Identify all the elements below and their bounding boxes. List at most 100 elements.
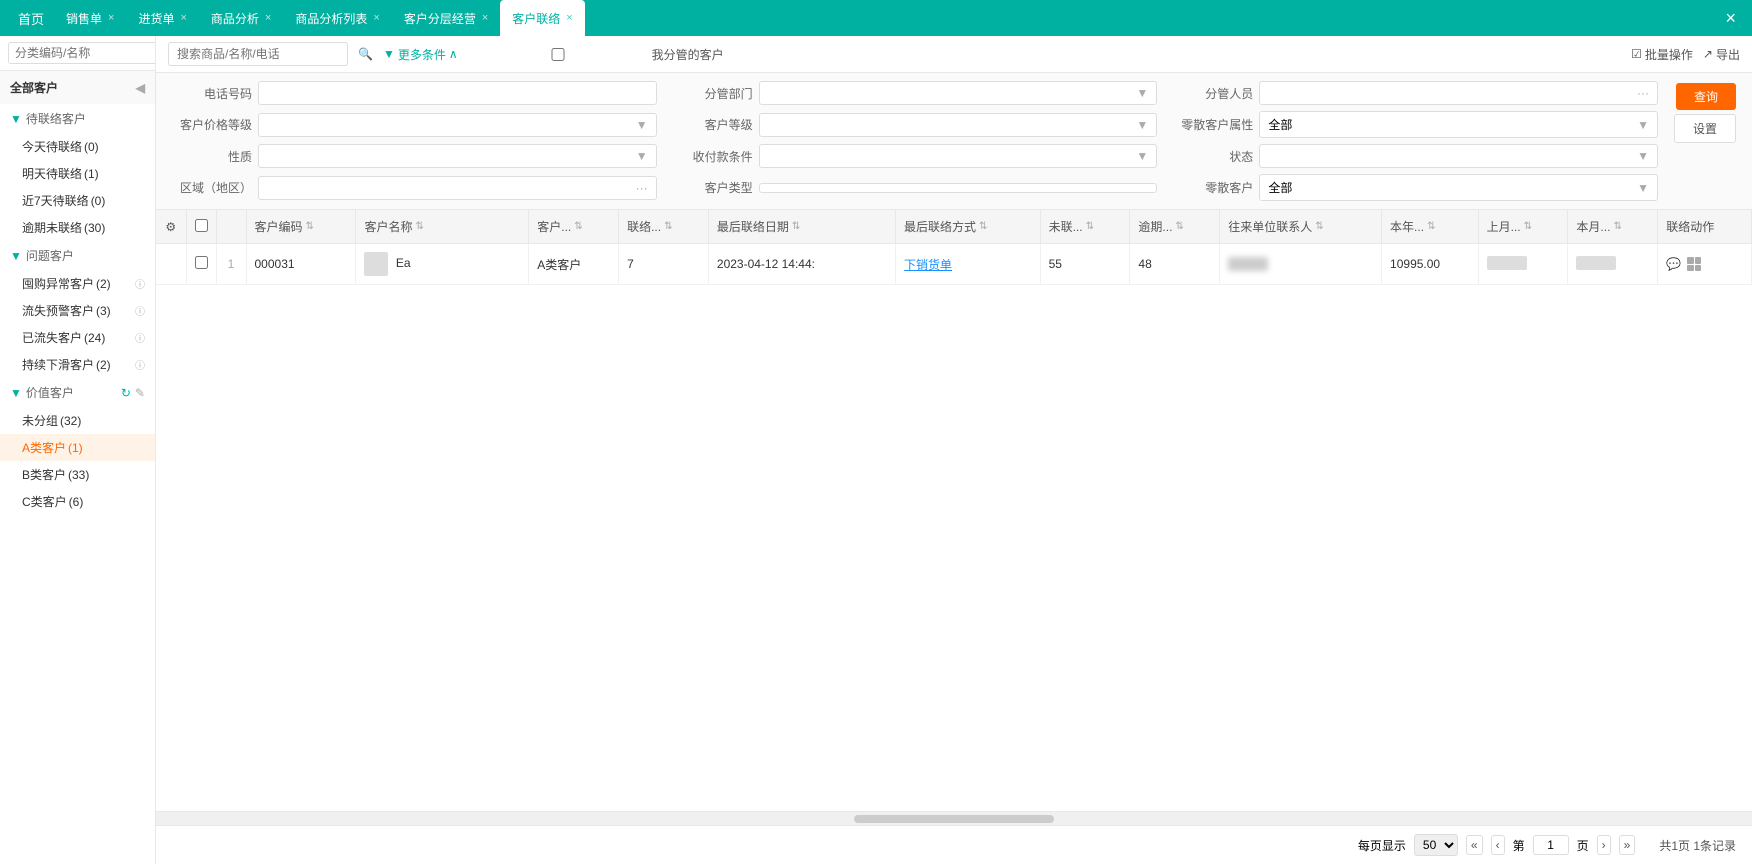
col-contact-sort[interactable]: ⇅ <box>664 221 672 232</box>
nav-tab-sales[interactable]: 销售单 × <box>54 0 126 36</box>
sidebar-group-value-edit[interactable]: ✎ <box>135 386 145 400</box>
filter-retail-customer-select[interactable]: 全部 ▼ <box>1259 174 1658 201</box>
nav-tab-analysis-list[interactable]: 商品分析列表 × <box>283 0 391 36</box>
col-unit-contact[interactable]: 往来单位联系人 ⇅ <box>1220 210 1382 244</box>
filter-price-level-select[interactable]: ▼ <box>258 113 657 137</box>
query-button[interactable]: 查询 <box>1676 83 1736 110</box>
more-conditions-btn[interactable]: ▼ 更多条件 ∧ <box>383 46 458 63</box>
row-1-select[interactable] <box>195 256 208 269</box>
sidebar-item-churned-info[interactable]: ⓘ <box>135 330 145 345</box>
close-analysis-tab[interactable]: × <box>265 12 271 24</box>
sidebar-item-c-class[interactable]: C类客户 (6) <box>0 488 155 515</box>
nav-tab-analysis[interactable]: 商品分析 × <box>199 0 283 36</box>
sidebar-group-value-refresh[interactable]: ↻ <box>121 386 131 400</box>
page-input[interactable] <box>1533 835 1569 855</box>
filter-region-select[interactable]: ··· <box>258 176 657 200</box>
sidebar-item-tomorrow[interactable]: 明天待联络 (1) <box>0 160 155 187</box>
filter-payment-select[interactable]: ▼ <box>759 144 1158 168</box>
filter-customer-type-select[interactable] <box>759 183 1158 193</box>
sidebar-item-today[interactable]: 今天待联络 (0) <box>0 133 155 160</box>
col-code[interactable]: 客户编码 ⇅ <box>246 210 356 244</box>
col-contact[interactable]: 联络... ⇅ <box>619 210 709 244</box>
filter-dept-select[interactable]: ▼ <box>759 81 1158 105</box>
filter-manager-select[interactable]: ··· <box>1259 81 1658 105</box>
filter-status-select[interactable]: ▼ <box>1259 144 1658 168</box>
search-icon[interactable]: 🔍 <box>358 47 373 61</box>
sidebar-item-a-class[interactable]: A类客户 (1) <box>0 434 155 461</box>
row-1-checkbox[interactable] <box>186 244 216 285</box>
col-last-contact-method[interactable]: 最后联络方式 ⇅ <box>896 210 1041 244</box>
close-customer-segment-tab[interactable]: × <box>482 12 488 24</box>
prev-page-btn[interactable]: ‹ <box>1491 835 1505 855</box>
export-btn[interactable]: ↗ 导出 <box>1703 46 1740 63</box>
nav-tab-customer-contact[interactable]: 客户联络 × <box>500 0 584 36</box>
close-sales-tab[interactable]: × <box>108 12 114 24</box>
col-last-month[interactable]: 上月... ⇅ <box>1478 210 1568 244</box>
horizontal-scrollbar[interactable] <box>156 811 1752 825</box>
my-customer-checkbox-label[interactable]: 我分管的客户 <box>468 46 724 63</box>
nav-tab-purchase[interactable]: 进货单 × <box>126 0 198 36</box>
sidebar-group-problem[interactable]: ▼ 问题客户 <box>0 241 155 270</box>
row-1-chat-btn[interactable]: 💬 <box>1666 257 1681 271</box>
filter-nature-select[interactable]: ▼ <box>258 144 657 168</box>
sidebar-item-hoarding[interactable]: 囤购异常客户 (2) ⓘ <box>0 270 155 297</box>
col-last-contact-date-sort[interactable]: ⇅ <box>792 221 800 232</box>
sidebar-item-overdue[interactable]: 逾期未联络 (30) <box>0 214 155 241</box>
sidebar-group-pending[interactable]: ▼ 待联络客户 <box>0 104 155 133</box>
close-analysis-list-tab[interactable]: × <box>373 12 379 24</box>
filter-region-more[interactable]: ··· <box>636 181 648 195</box>
col-this-month-sort[interactable]: ⇅ <box>1613 221 1621 232</box>
select-all-checkbox[interactable] <box>195 219 208 232</box>
sidebar-item-churning-info[interactable]: ⓘ <box>135 303 145 318</box>
col-overdue[interactable]: 逾期... ⇅ <box>1130 210 1220 244</box>
settings-button[interactable]: 设置 <box>1674 114 1736 143</box>
sidebar-item-7days[interactable]: 近7天待联络 (0) <box>0 187 155 214</box>
sidebar-item-declining-info[interactable]: ⓘ <box>135 357 145 372</box>
sidebar-item-churning[interactable]: 流失预警客户 (3) ⓘ <box>0 297 155 324</box>
filter-manager-more[interactable]: ··· <box>1637 86 1649 100</box>
col-type-sort[interactable]: ⇅ <box>574 221 582 232</box>
col-type[interactable]: 客户... ⇅ <box>529 210 619 244</box>
sidebar-item-hoarding-info[interactable]: ⓘ <box>135 276 145 291</box>
sidebar-item-ungroup[interactable]: 未分组 (32) <box>0 407 155 434</box>
col-this-year-sort[interactable]: ⇅ <box>1427 221 1435 232</box>
col-last-contact-method-sort[interactable]: ⇅ <box>979 221 987 232</box>
sidebar-item-declining[interactable]: 持续下滑客户 (2) ⓘ <box>0 351 155 378</box>
col-code-sort[interactable]: ⇅ <box>306 221 314 232</box>
sidebar-search-input[interactable] <box>8 42 156 64</box>
first-page-btn[interactable]: « <box>1466 835 1483 855</box>
close-customer-contact-tab[interactable]: × <box>566 12 572 24</box>
col-last-contact-date[interactable]: 最后联络日期 ⇅ <box>708 210 895 244</box>
page-size-select[interactable]: 50 <box>1414 834 1458 856</box>
sidebar-all-customers[interactable]: 全部客户 ◀ <box>0 71 155 104</box>
filter-retail-attr-select[interactable]: 全部 ▼ <box>1259 111 1658 138</box>
col-this-year[interactable]: 本年... ⇅ <box>1382 210 1479 244</box>
next-page-btn[interactable]: › <box>1597 835 1611 855</box>
batch-op-btn[interactable]: ☑ 批量操作 <box>1631 46 1693 63</box>
sidebar-item-b-class[interactable]: B类客户 (33) <box>0 461 155 488</box>
close-purchase-tab[interactable]: × <box>180 12 186 24</box>
filter-customer-level-select[interactable]: ▼ <box>759 113 1158 137</box>
search-input[interactable] <box>168 42 348 66</box>
col-unit-contact-sort[interactable]: ⇅ <box>1315 221 1323 232</box>
my-customer-checkbox[interactable] <box>468 48 648 61</box>
row-1-last-contact-method[interactable]: 下销货单 <box>896 244 1041 285</box>
col-name[interactable]: 客户名称 ⇅ <box>356 210 529 244</box>
col-no-contact-sort[interactable]: ⇅ <box>1086 221 1094 232</box>
nav-tab-customer-segment[interactable]: 客户分层经营 × <box>392 0 500 36</box>
col-overdue-sort[interactable]: ⇅ <box>1175 221 1183 232</box>
scrollbar-thumb[interactable] <box>854 815 1054 823</box>
col-checkbox[interactable] <box>186 210 216 244</box>
col-settings[interactable]: ⚙ <box>156 210 186 244</box>
sidebar-collapse-btn[interactable]: ◀ <box>136 81 145 95</box>
row-1-last-contact-method-link[interactable]: 下销货单 <box>904 258 952 272</box>
col-last-month-sort[interactable]: ⇅ <box>1524 221 1532 232</box>
sidebar-group-value[interactable]: ▼ 价值客户 ↻ ✎ <box>0 378 155 407</box>
col-name-sort[interactable]: ⇅ <box>416 221 424 232</box>
last-page-btn[interactable]: » <box>1619 835 1636 855</box>
app-close-btn[interactable]: × <box>1717 8 1744 29</box>
row-1-grid-btn[interactable] <box>1687 257 1701 271</box>
col-this-month[interactable]: 本月... ⇅ <box>1568 210 1658 244</box>
nav-home[interactable]: 首页 <box>8 0 54 36</box>
filter-phone-input[interactable] <box>258 81 657 105</box>
